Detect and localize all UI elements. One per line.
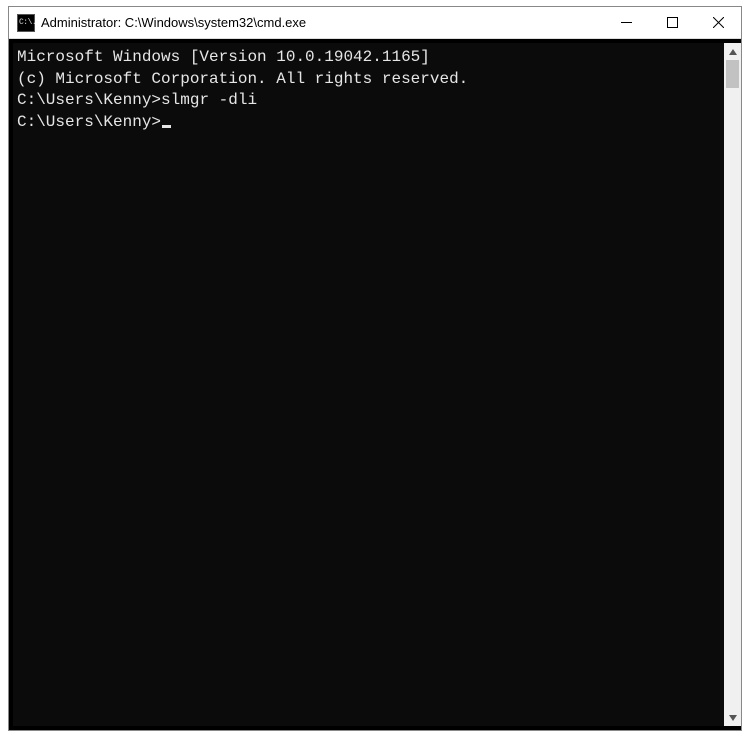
terminal-output[interactable]: Microsoft Windows [Version 10.0.19042.11… [13, 43, 724, 726]
scroll-thumb[interactable] [726, 60, 739, 88]
scroll-down-button[interactable] [724, 709, 741, 726]
cmd-window: C:\. Administrator: C:\Windows\system32\… [8, 6, 742, 731]
cmd-icon: C:\. [17, 14, 35, 32]
cmd-icon-text: C:\. [19, 19, 36, 27]
scroll-track[interactable] [724, 60, 741, 709]
close-icon [713, 17, 724, 28]
prompt-path: C:\Users\Kenny> [17, 91, 161, 109]
chevron-up-icon [729, 48, 737, 56]
prompt-line-2: C:\Users\Kenny> [17, 112, 720, 134]
command-text: slmgr -dli [161, 91, 257, 109]
scroll-up-button[interactable] [724, 43, 741, 60]
window-title: Administrator: C:\Windows\system32\cmd.e… [41, 15, 603, 30]
minimize-button[interactable] [603, 7, 649, 38]
window-controls [603, 7, 741, 38]
vertical-scrollbar[interactable] [724, 43, 741, 726]
client-area: Microsoft Windows [Version 10.0.19042.11… [9, 39, 741, 730]
cursor [162, 125, 171, 128]
minimize-icon [621, 17, 632, 28]
maximize-icon [667, 17, 678, 28]
copyright-line: (c) Microsoft Corporation. All rights re… [17, 69, 720, 91]
chevron-down-icon [729, 714, 737, 722]
titlebar[interactable]: C:\. Administrator: C:\Windows\system32\… [9, 7, 741, 39]
close-button[interactable] [695, 7, 741, 38]
prompt-path: C:\Users\Kenny> [17, 113, 161, 131]
maximize-button[interactable] [649, 7, 695, 38]
version-line: Microsoft Windows [Version 10.0.19042.11… [17, 47, 720, 69]
prompt-line-1: C:\Users\Kenny>slmgr -dli [17, 90, 720, 112]
